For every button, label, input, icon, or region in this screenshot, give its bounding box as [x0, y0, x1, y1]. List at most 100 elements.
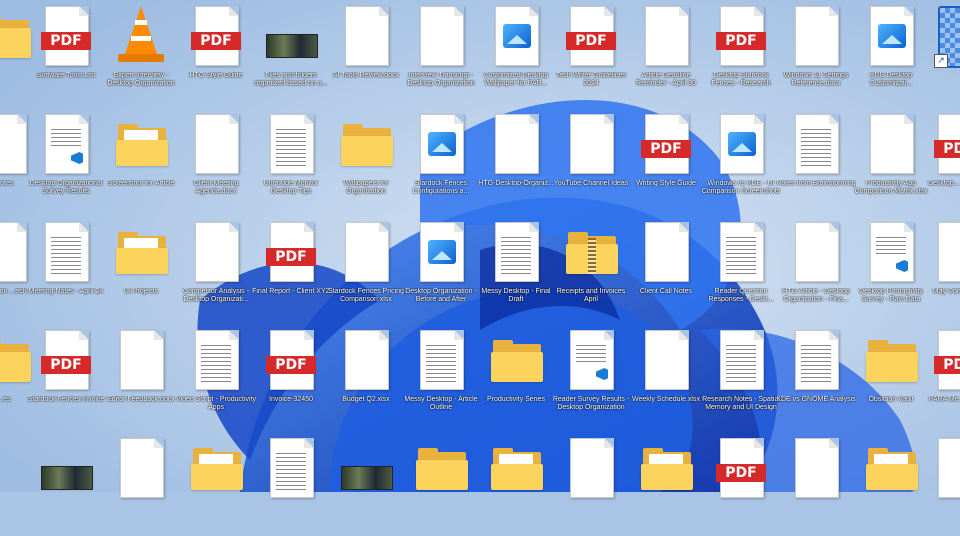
desktop-icon[interactable]: YouTube Channel Ideas — [553, 108, 629, 212]
desktop-icon[interactable] — [478, 432, 554, 536]
icon-glyph: PDF — [934, 114, 960, 176]
desktop-icon[interactable]: Messy Desktop - Article Outline — [403, 324, 479, 428]
desktop-icon[interactable]: Client Meeting Agenda.docx — [178, 108, 254, 212]
desktop-icon[interactable] — [628, 432, 704, 536]
desktop-icon[interactable]: Article Deadline Reminder - April 30 — [628, 0, 704, 104]
desktop-icon[interactable]: Research Notes - Spatial Memory and UI D… — [702, 324, 780, 428]
icon-glyph: PDF — [41, 330, 91, 392]
icon-glyph: PDF — [641, 114, 691, 176]
desktop-icon[interactable]: HTG Article - Desktop Organization - Fin… — [778, 216, 854, 320]
desktop-icon[interactable]: Video Script - Productivity Apps — [176, 324, 256, 428]
icon-glyph — [934, 222, 960, 284]
icon-glyph — [866, 438, 918, 500]
icon-glyph — [791, 114, 841, 176]
desktop-icon[interactable]: UI Projects — [103, 216, 179, 320]
desktop-icon[interactable]: Productivity Series — [478, 324, 554, 428]
icon-glyph — [116, 114, 168, 176]
desktop-icon[interactable]: PDF Writing Style Guide — [628, 108, 704, 212]
desktop-icon[interactable] — [403, 432, 479, 536]
icon-glyph — [716, 114, 766, 176]
desktop-icon[interactable]: Receipts and Invoices April — [553, 216, 629, 320]
desktop-icon[interactable]: Ultrawide Monitor Desktop Tips — [253, 108, 329, 212]
desktop-icon[interactable]: Client Call Notes — [628, 216, 704, 320]
desktop-icon[interactable] — [328, 432, 404, 536]
desktop-icon[interactable]: Desktop Organizational Survey Results — [28, 108, 104, 212]
desktop-icon[interactable]: PDF Final Report - Client XYZ — [252, 216, 330, 320]
icon-glyph — [491, 438, 543, 500]
desktop-icon-label: Productivity Series — [487, 396, 545, 403]
desktop-icon[interactable]: Screenshot for Article — [103, 108, 179, 212]
folder-icon — [116, 232, 168, 274]
desktop-icon[interactable]: KDE vs GNOME Analysis — [776, 324, 856, 428]
desktop-icon-label: HTG Article - Desktop Organization - Fin… — [782, 288, 850, 303]
desktop-icon[interactable]: Customized Desktop Wallpaper for PAR... — [478, 0, 554, 104]
desktop-icon[interactable]: Windows vs KDE - UI Comparison Screensho… — [701, 108, 781, 212]
desktop-icon[interactable]: Editor Feedback.docx — [103, 324, 179, 428]
desktop-icon[interactable]: Budget Q2.xlsx — [328, 324, 404, 428]
desktop-icon[interactable]: Weekly Schedule.xlsx — [628, 324, 704, 428]
desktop-icon[interactable]: PDF Tech Writer Guidelines 2024 — [553, 0, 629, 104]
icon-glyph — [191, 222, 241, 284]
desktop[interactable]: PDF Software Tools List Expert Interview -… — [0, 0, 960, 498]
desktop-icon-label: YouTube Channel Ideas — [553, 180, 629, 187]
desktop-icon[interactable]: HTG-Desktop-Organiz... — [478, 108, 554, 212]
desktop-icon[interactable]: PDF PARA Me... Imple... — [921, 324, 960, 428]
desktop-icon[interactable]: Expert Interview - Desktop Organization — [103, 0, 179, 104]
icon-glyph — [416, 222, 466, 284]
pdf-icon: PDF — [716, 32, 766, 50]
desktop-icon[interactable]: Productivity App Comparison Matrix.xlsx — [853, 108, 929, 212]
desktop-icon-label: Desktop Organization - Before and After — [405, 288, 477, 303]
icon-glyph — [116, 438, 166, 500]
desktop-icon[interactable] — [28, 432, 104, 536]
folder-icon — [641, 448, 693, 490]
desktop-icon[interactable]: Messy Desktop - Final Draft — [478, 216, 554, 320]
desktop-icon[interactable]: Reader Question Responses - Deskt... — [703, 216, 779, 320]
desktop-icon[interactable] — [553, 432, 629, 536]
desktop-icon[interactable]: Notes from Brainstorming — [776, 108, 856, 212]
desktop-icon[interactable]: Stardock Fences Configurations a... — [403, 108, 479, 212]
desktop-icon[interactable] — [103, 432, 179, 536]
file-icon — [795, 222, 839, 282]
desktop-icon[interactable] — [778, 432, 854, 536]
desktop-icon[interactable]: AI Tools Review.docx — [328, 0, 404, 104]
desktop-icon[interactable]: Stardock Fences Pricing Comparison.xlsx — [328, 216, 404, 320]
desktop-icon[interactable]: Desktop Organization - Before and After — [403, 216, 479, 320]
desktop-icon[interactable]: PDF — [703, 432, 779, 536]
file-icon — [0, 114, 27, 174]
desktop-icon-label: Editor Feedback.docx — [107, 396, 175, 403]
pdf-icon: PDF — [641, 140, 691, 158]
desktop-icon[interactable]: KDE Desktop Customizati... — [853, 0, 929, 104]
desktop-icon[interactable]: Obsidian Vault — [853, 324, 929, 428]
desktop-icon[interactable]: ↗ — [921, 0, 960, 104]
desktop-icon[interactable]: May Conf... Tech — [921, 216, 960, 320]
desktop-icon[interactable] — [178, 432, 254, 536]
pdf-icon: PDF — [934, 140, 960, 158]
file-icon — [795, 6, 839, 66]
icon-glyph — [41, 438, 93, 500]
desktop-icon[interactable]: Windows 11 Settings Reference.docx — [778, 0, 854, 104]
icon-glyph — [641, 438, 693, 500]
desktop-icon-label: Windows vs KDE - UI Comparison Screensho… — [701, 180, 781, 195]
desktop-icon-label: Expert Interview - Desktop Organization — [107, 72, 175, 87]
desktop-icon[interactable]: PDF Stardock Fences Invoice — [28, 324, 104, 428]
desktop-icon[interactable]: PDF Desktop... Tech W... — [921, 108, 960, 212]
desktop-icon[interactable]: PDF Invoice-32450 — [253, 324, 329, 428]
desktop-icon[interactable]: PDF Desktop Stardock Fences - Research — [703, 0, 779, 104]
desktop-icon-label: Customized Desktop Wallpaper for PAR... — [483, 72, 549, 87]
desktop-icon[interactable]: Interview Transcript - Desktop Organizat… — [403, 0, 479, 104]
desktop-icon[interactable]: Reader Survey Results - Desktop Organiza… — [553, 324, 629, 428]
desktop-icon[interactable] — [853, 432, 929, 536]
desktop-icon[interactable]: PDF HTG Style Guide — [178, 0, 254, 104]
desktop-icon[interactable]: Desktop Productivity Survey - Raw Data — [853, 216, 929, 320]
desktop-icon-label: Reader Survey Results - Desktop Organiza… — [552, 396, 630, 411]
desktop-icon[interactable]: PDF Software Tools List — [28, 0, 104, 104]
file-icon — [345, 330, 389, 390]
desktop-icon[interactable]: Meeting Notes - April 24 — [28, 216, 104, 320]
desktop-icon[interactable]: Competitor Analysis - Desktop Organizati… — [178, 216, 254, 320]
desktop-icon[interactable]: Files and folders organized based on a..… — [253, 0, 329, 104]
zip-folder-icon — [566, 232, 618, 274]
desktop-icon[interactable] — [253, 432, 329, 536]
desktop-icon[interactable]: Wallpapers for Organization — [328, 108, 404, 212]
file-icon — [0, 222, 27, 282]
desktop-icon[interactable] — [921, 432, 960, 536]
